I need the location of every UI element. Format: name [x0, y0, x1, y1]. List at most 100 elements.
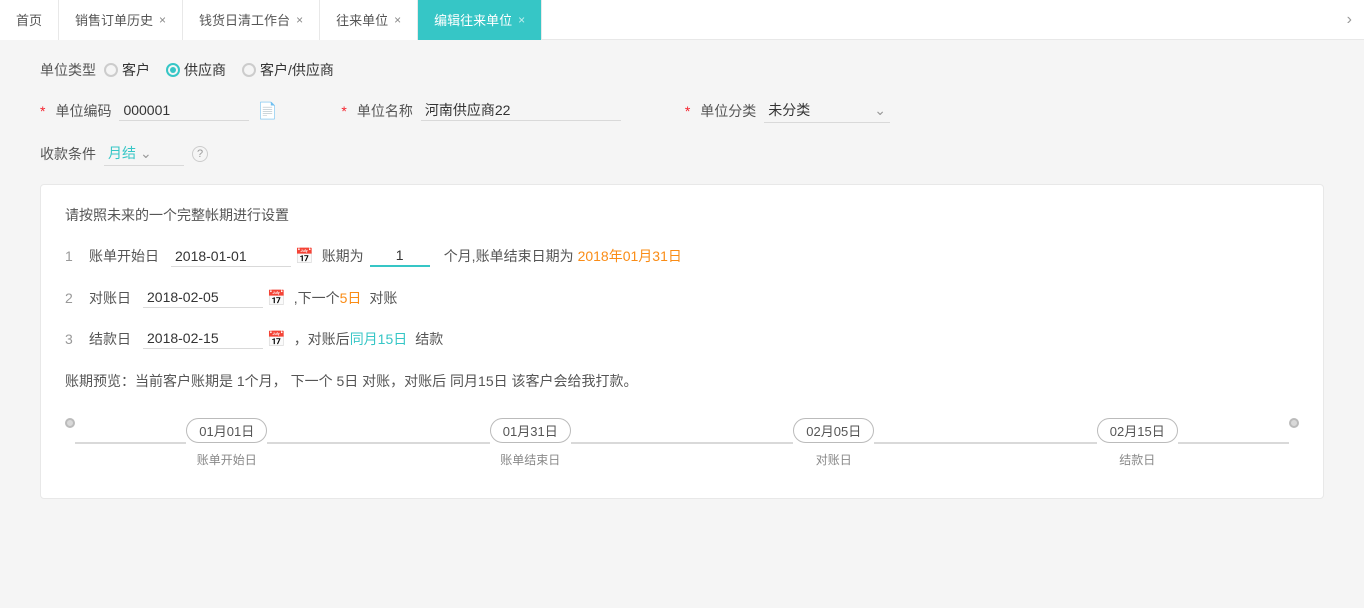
setting-index-3: 3: [65, 331, 89, 347]
unit-category-select[interactable]: 未分类 ⌄: [764, 98, 890, 123]
unit-name-input[interactable]: [421, 100, 621, 121]
tl-pill-3: 02月05日: [793, 418, 874, 443]
tl-node-3: 02月05日 对账日: [793, 418, 874, 468]
preview-section: 账期预览：当前客户账期是 1个月， 下一个 5日 对账，对账后 同月15日 该客…: [65, 369, 1299, 394]
tl-pill-1: 01月01日: [186, 418, 267, 443]
unit-category-field: * 单位分类 未分类 ⌄: [685, 98, 890, 123]
tab-sales-order-history-label: 销售订单历史: [75, 10, 153, 29]
chevron-down-icon: ⌄: [874, 102, 886, 119]
tab-edit-partner-label: 编辑往来单位: [434, 10, 512, 29]
unit-info-row: * 单位编码 📄 * 单位名称 * 单位分类 未分类 ⌄: [40, 98, 1324, 123]
setting-row-1: 1 账单开始日 📅 账期为 个月,账单结束日期为 2018年01月31日: [65, 245, 1299, 267]
unit-category-label: 单位分类: [700, 101, 756, 121]
settings-title: 请按照未来的一个完整帐期进行设置: [65, 205, 1299, 225]
unit-name-field: * 单位名称: [341, 100, 620, 121]
tab-partner[interactable]: 往来单位 ×: [320, 0, 418, 40]
payment-term-value: 月结: [108, 143, 136, 163]
radio-supplier-circle: [166, 63, 180, 77]
unit-code-input[interactable]: [119, 100, 249, 121]
tl-line-0: [75, 442, 186, 444]
tab-expand-btn[interactable]: ›: [1335, 0, 1364, 40]
unit-type-field: 单位类型 客户 供应商 客户/供应商: [40, 60, 334, 80]
setting-date-3[interactable]: [143, 328, 263, 349]
unit-code-icon[interactable]: 📄: [257, 101, 277, 121]
tl-dot-end: [1289, 418, 1299, 428]
setting-date-2[interactable]: [143, 287, 263, 308]
preview-highlight2: 5日: [336, 373, 358, 389]
tab-home[interactable]: 首页: [0, 0, 59, 40]
tab-sales-order-history-close[interactable]: ×: [159, 13, 166, 27]
calendar-icon-3[interactable]: 📅: [267, 330, 286, 348]
tl-line-2: [571, 442, 794, 444]
tl-node-end: [1289, 418, 1299, 436]
calendar-icon-2[interactable]: 📅: [267, 289, 286, 307]
payment-term-row: 收款条件 月结 ⌄ ?: [40, 141, 1324, 166]
tab-edit-partner-close[interactable]: ×: [518, 13, 525, 27]
tl-sub-4: 结款日: [1119, 451, 1155, 468]
setting-label-2: 对账日: [89, 288, 131, 308]
tl-node-0: [65, 418, 75, 436]
unit-category-value: 未分类: [768, 100, 810, 120]
setting-note-suffix-3: 结款: [415, 329, 443, 349]
radio-both[interactable]: 客户/供应商: [242, 60, 334, 80]
setting-note-prefix-2: ,下一个: [294, 288, 340, 308]
radio-customer-label: 客户: [122, 60, 150, 80]
unit-code-field: * 单位编码 📄: [40, 100, 277, 121]
radio-customer-circle: [104, 63, 118, 77]
tl-node-4: 02月15日 结款日: [1097, 418, 1178, 468]
tab-partner-label: 往来单位: [336, 10, 388, 29]
timeline: 01月01日 账单开始日 01月31日 账单结束日 02月05日 对账日 02月…: [65, 418, 1299, 478]
tl-dot-0: [65, 418, 75, 428]
unit-code-label: 单位编码: [55, 101, 111, 121]
setting-note-highlight-3: 同月15日: [350, 329, 408, 349]
tl-node-1: 01月01日 账单开始日: [186, 418, 267, 468]
setting-suffix-before-1: 账期为: [322, 246, 364, 266]
radio-customer[interactable]: 客户: [104, 60, 150, 80]
radio-supplier-label: 供应商: [184, 60, 226, 80]
preview-highlight3: 同月15日: [450, 373, 508, 389]
setting-index-2: 2: [65, 290, 89, 306]
payment-term-field: 收款条件 月结 ⌄ ?: [40, 141, 208, 166]
radio-supplier[interactable]: 供应商: [166, 60, 226, 80]
unit-type-radio-group: 客户 供应商 客户/供应商: [104, 60, 334, 80]
help-icon[interactable]: ?: [192, 146, 208, 162]
payment-term-label: 收款条件: [40, 144, 96, 164]
unit-name-label: 单位名称: [357, 101, 413, 121]
setting-note-prefix-3: ，对账后: [294, 329, 350, 349]
tl-node-2: 01月31日 账单结束日: [490, 418, 571, 468]
preview-highlight1: 1个月，: [237, 373, 287, 389]
tabs-bar: 首页 销售订单历史 × 钱货日清工作台 × 往来单位 × 编辑往来单位 × ›: [0, 0, 1364, 40]
tab-cash-work[interactable]: 钱货日清工作台 ×: [183, 0, 320, 40]
setting-note-suffix-2: 对账: [369, 288, 397, 308]
tab-edit-partner[interactable]: 编辑往来单位 ×: [418, 0, 542, 40]
tab-cash-work-label: 钱货日清工作台: [199, 10, 290, 29]
settings-box: 请按照未来的一个完整帐期进行设置 1 账单开始日 📅 账期为 个月,账单结束日期…: [40, 184, 1324, 499]
tl-sub-2: 账单结束日: [500, 451, 560, 468]
setting-label-1: 账单开始日: [89, 246, 159, 266]
unit-type-label: 单位类型: [40, 60, 96, 80]
tab-cash-work-close[interactable]: ×: [296, 13, 303, 27]
period-input[interactable]: [370, 245, 430, 267]
tab-home-label: 首页: [16, 10, 42, 29]
unit-category-required: *: [685, 103, 692, 119]
tl-line-4: [1178, 442, 1289, 444]
preview-suffix: 该客户会给我打款。: [512, 373, 638, 389]
setting-date-1[interactable]: [171, 246, 291, 267]
tab-partner-close[interactable]: ×: [394, 13, 401, 27]
setting-index-1: 1: [65, 248, 89, 264]
setting-row-2: 2 对账日 📅 ,下一个 5日 对账: [65, 287, 1299, 308]
tl-line-3: [874, 442, 1097, 444]
preview-text1: 下一个: [291, 373, 333, 389]
tab-sales-order-history[interactable]: 销售订单历史 ×: [59, 0, 183, 40]
setting-label-3: 结款日: [89, 329, 131, 349]
payment-term-select[interactable]: 月结 ⌄: [104, 141, 184, 166]
main-content: 单位类型 客户 供应商 客户/供应商: [0, 40, 1364, 608]
unit-type-row: 单位类型 客户 供应商 客户/供应商: [40, 60, 1324, 80]
preview-text2: 对账，对账后: [362, 373, 446, 389]
radio-both-circle: [242, 63, 256, 77]
tl-sub-3: 对账日: [816, 451, 852, 468]
setting-note-highlight-2: 5日: [340, 288, 362, 308]
unit-name-required: *: [341, 103, 348, 119]
setting-row-3: 3 结款日 📅 ，对账后 同月15日 结款: [65, 328, 1299, 349]
calendar-icon-1[interactable]: 📅: [295, 247, 314, 265]
